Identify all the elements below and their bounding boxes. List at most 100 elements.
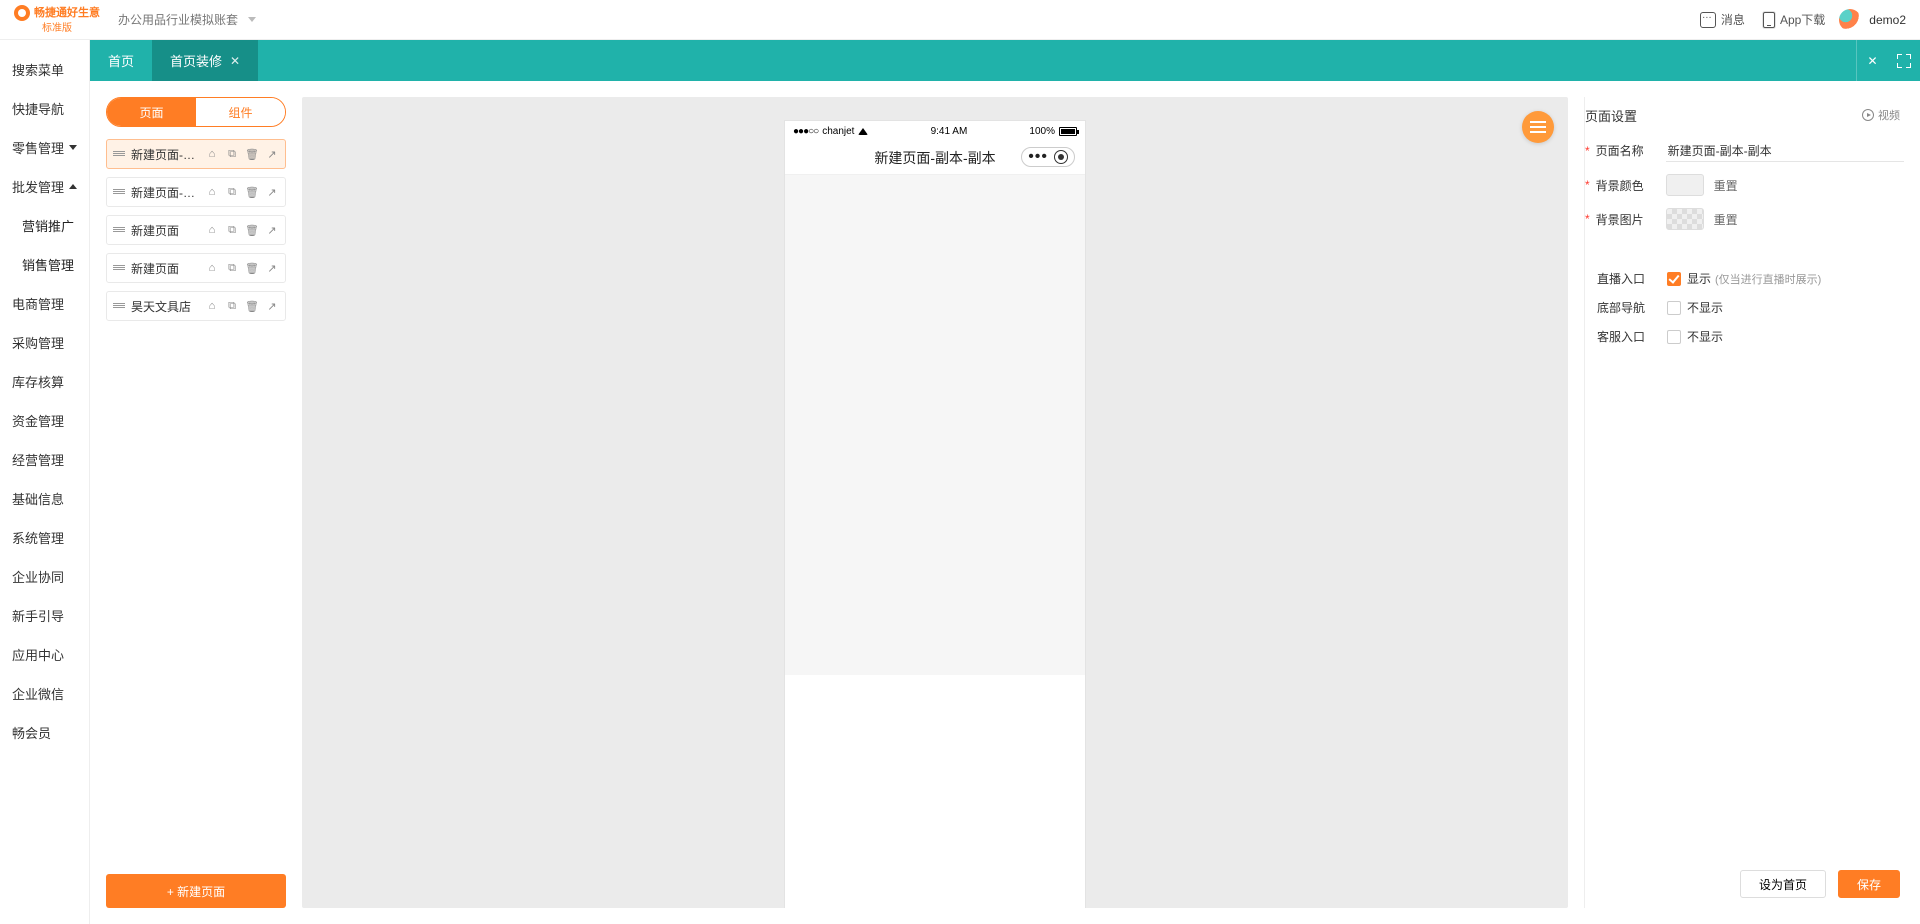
seg-page[interactable]: 页面: [107, 98, 196, 126]
nav-basic[interactable]: 基础信息: [0, 479, 89, 518]
tenant-name: 办公用品行业模拟账套: [118, 11, 238, 28]
page-row-name: 昊天文具店: [131, 298, 199, 315]
brand-name: 畅捷通好生意: [34, 7, 100, 19]
new-page-button[interactable]: + 新建页面: [106, 874, 286, 908]
seg-component[interactable]: 组件: [196, 98, 285, 126]
copy-icon[interactable]: ⧉: [225, 299, 239, 313]
username[interactable]: demo2: [1869, 13, 1906, 27]
drag-icon[interactable]: [113, 149, 125, 159]
live-checkbox[interactable]: [1667, 272, 1681, 286]
avatar[interactable]: [1839, 9, 1861, 31]
phone-body[interactable]: [785, 175, 1085, 675]
video-help-button[interactable]: 视频: [1862, 107, 1900, 123]
clock-label: 9:41 AM: [931, 126, 968, 137]
nav-search[interactable]: 搜索菜单: [0, 50, 89, 89]
page-row[interactable]: 新建页面 ⌂ ⧉ 🗑 ↗: [106, 253, 286, 283]
home-icon[interactable]: ⌂: [205, 261, 219, 275]
battery-icon: [1059, 127, 1077, 136]
live-hint: (仅当进行直播时展示): [1715, 271, 1821, 287]
bgimg-reset[interactable]: 重置: [1714, 211, 1738, 228]
share-icon[interactable]: ↗: [265, 185, 279, 199]
carrier-label: chanjet: [822, 126, 854, 137]
bgcolor-swatch[interactable]: [1666, 174, 1704, 196]
copy-icon[interactable]: ⧉: [225, 185, 239, 199]
tab-home[interactable]: 首页: [90, 40, 152, 81]
drag-icon[interactable]: [113, 187, 125, 197]
nav-stock[interactable]: 库存核算: [0, 362, 89, 401]
settings-title: 页面设置: [1585, 106, 1637, 125]
bottomnav-checkbox[interactable]: [1667, 301, 1681, 315]
nav-appcenter[interactable]: 应用中心: [0, 635, 89, 674]
nav-quicknav[interactable]: 快捷导航: [0, 89, 89, 128]
nav-system[interactable]: 系统管理: [0, 518, 89, 557]
page-name-input[interactable]: [1666, 139, 1904, 162]
miniprogram-controls[interactable]: •••: [1021, 147, 1075, 167]
nav-sales[interactable]: 销售管理: [0, 245, 89, 284]
copy-icon[interactable]: ⧉: [225, 261, 239, 275]
nav-biz[interactable]: 经营管理: [0, 440, 89, 479]
bgimg-swatch[interactable]: [1666, 208, 1704, 230]
canvas: ●●●○○ chanjet 9:41 AM 100% 新建页面-副本-副本: [302, 97, 1568, 908]
home-icon[interactable]: ⌂: [205, 223, 219, 237]
nav-fund[interactable]: 资金管理: [0, 401, 89, 440]
battery-label: 100%: [1029, 126, 1055, 137]
label-bgcolor: 背景颜色: [1596, 177, 1666, 194]
canvas-menu-button[interactable]: [1522, 111, 1554, 143]
nav-ecommerce[interactable]: 电商管理: [0, 284, 89, 323]
page-row-name: 新建页面: [131, 222, 199, 239]
page-row-name: 新建页面-副本-…: [131, 146, 199, 163]
service-checkbox[interactable]: [1667, 330, 1681, 344]
phone-page-title: 新建页面-副本-副本: [874, 148, 995, 168]
nav-wholesale[interactable]: 批发管理: [0, 167, 89, 206]
page-row-name: 新建页面: [131, 260, 199, 277]
page-row[interactable]: 新建页面-副本 ⌂ ⧉ 🗑 ↗: [106, 177, 286, 207]
delete-icon[interactable]: 🗑: [245, 147, 259, 161]
nav-marketing[interactable]: 营销推广: [0, 206, 89, 245]
share-icon[interactable]: ↗: [265, 223, 279, 237]
app-download-button[interactable]: App下载: [1763, 11, 1825, 28]
page-row[interactable]: 新建页面-副本-… ⌂ ⧉ 🗑 ↗: [106, 139, 286, 169]
label-live: 直播入口: [1597, 270, 1667, 287]
copy-icon[interactable]: ⧉: [225, 223, 239, 237]
share-icon[interactable]: ↗: [265, 261, 279, 275]
drag-icon[interactable]: [113, 225, 125, 235]
label-page-name: 页面名称: [1596, 142, 1666, 159]
bgcolor-reset[interactable]: 重置: [1714, 177, 1738, 194]
close-icon[interactable]: ✕: [230, 54, 240, 68]
nav-guide[interactable]: 新手引导: [0, 596, 89, 635]
tabbar-fullscreen-button[interactable]: [1888, 40, 1920, 81]
delete-icon[interactable]: 🗑: [245, 299, 259, 313]
copy-icon[interactable]: ⧉: [225, 147, 239, 161]
label-bottomnav: 底部导航: [1597, 299, 1667, 316]
home-icon[interactable]: ⌂: [205, 147, 219, 161]
nav-purchase[interactable]: 采购管理: [0, 323, 89, 362]
delete-icon[interactable]: 🗑: [245, 223, 259, 237]
wifi-icon: [858, 128, 868, 135]
label-bgimg: 背景图片: [1596, 211, 1666, 228]
tenant-selector[interactable]: 办公用品行业模拟账套: [110, 7, 264, 32]
brand-edition: 标准版: [42, 23, 72, 34]
share-icon[interactable]: ↗: [265, 299, 279, 313]
tab-editor[interactable]: 首页装修 ✕: [152, 40, 258, 81]
delete-icon[interactable]: 🗑: [245, 261, 259, 275]
download-label: App下载: [1780, 11, 1825, 28]
phone-statusbar: ●●●○○ chanjet 9:41 AM 100%: [785, 121, 1085, 141]
nav-retail[interactable]: 零售管理: [0, 128, 89, 167]
drag-icon[interactable]: [113, 301, 125, 311]
brand-logo: 畅捷通好生意 标准版: [14, 5, 100, 34]
nav-collab[interactable]: 企业协同: [0, 557, 89, 596]
drag-icon[interactable]: [113, 263, 125, 273]
home-icon[interactable]: ⌂: [205, 299, 219, 313]
messages-button[interactable]: 消息: [1700, 11, 1745, 28]
page-row[interactable]: 昊天文具店 ⌂ ⧉ 🗑 ↗: [106, 291, 286, 321]
tabbar-close-button[interactable]: ✕: [1856, 40, 1888, 81]
share-icon[interactable]: ↗: [265, 147, 279, 161]
save-button[interactable]: 保存: [1838, 870, 1900, 898]
settings-panel: 页面设置 视频 * 页面名称 * 背景颜色 重置: [1584, 97, 1904, 908]
set-home-button[interactable]: 设为首页: [1740, 870, 1826, 898]
home-icon[interactable]: ⌂: [205, 185, 219, 199]
page-row[interactable]: 新建页面 ⌂ ⧉ 🗑 ↗: [106, 215, 286, 245]
nav-wechat[interactable]: 企业微信: [0, 674, 89, 713]
nav-member[interactable]: 畅会员: [0, 713, 89, 752]
delete-icon[interactable]: 🗑: [245, 185, 259, 199]
